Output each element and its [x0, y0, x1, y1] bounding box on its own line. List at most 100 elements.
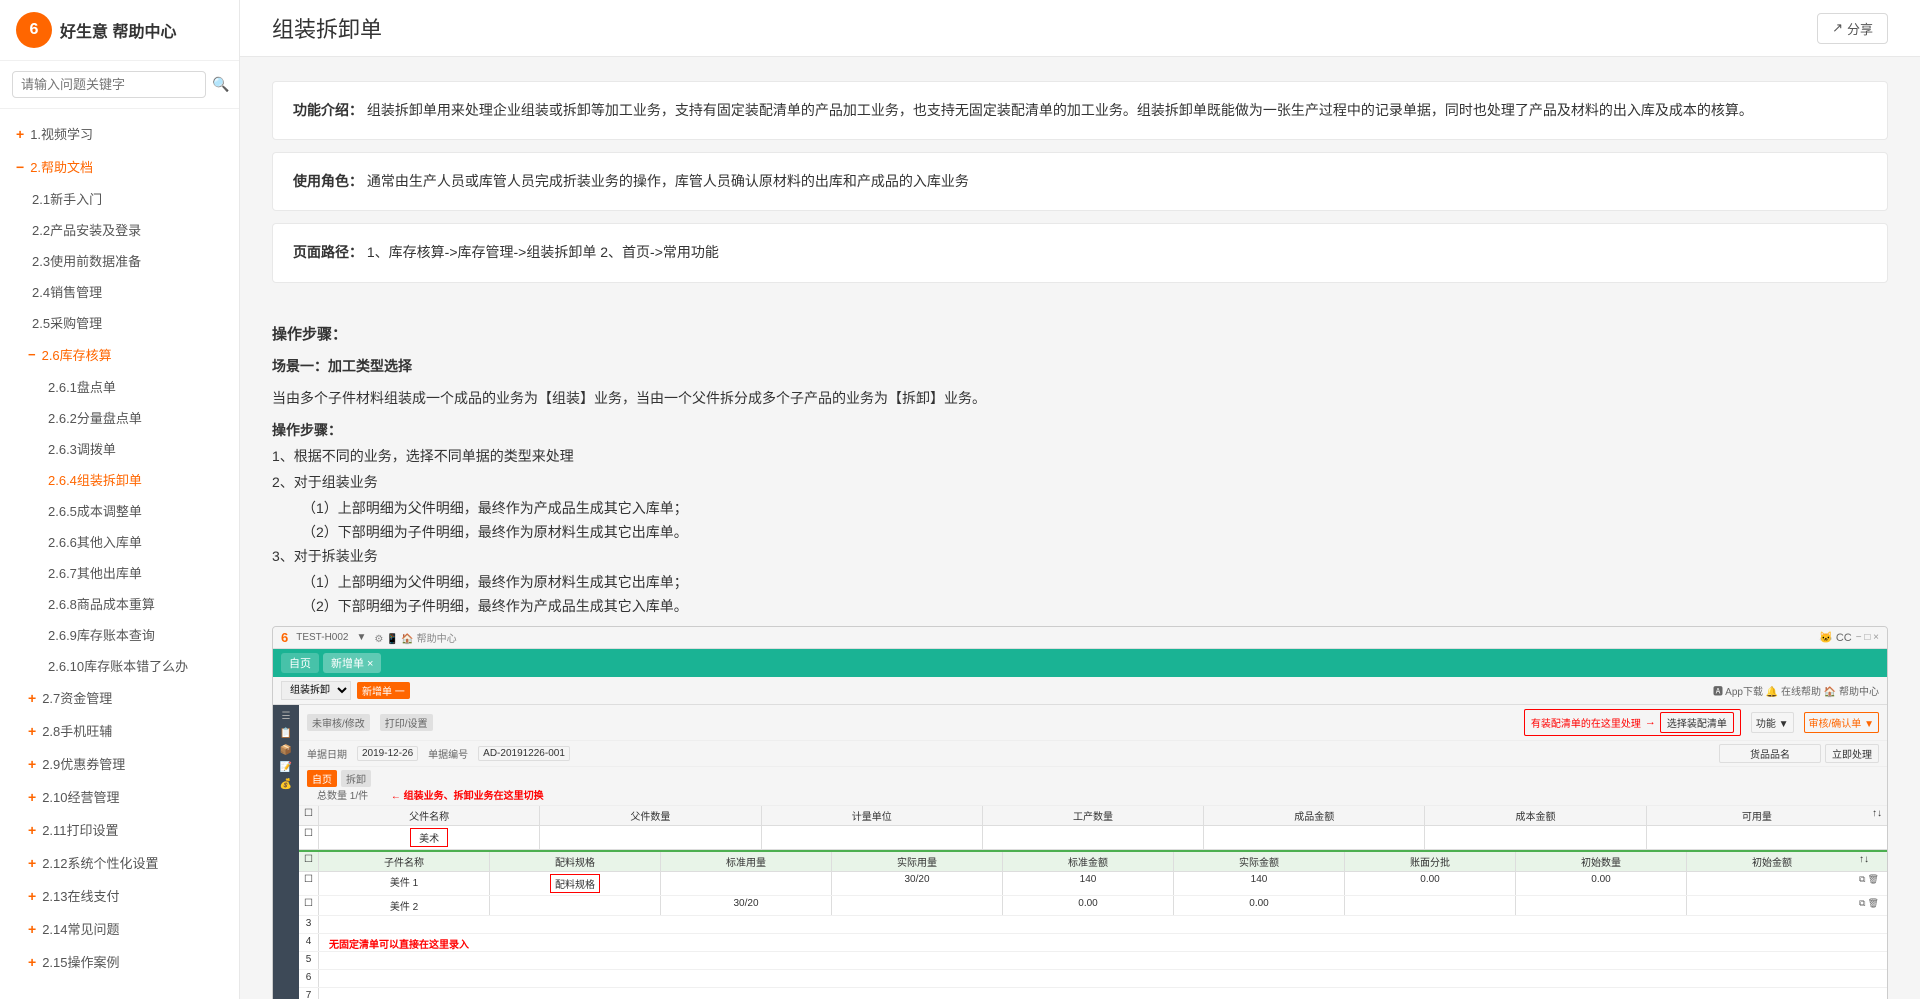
sidebar-item-label: 2.9优惠券管理 — [42, 754, 125, 773]
minus-icon: − — [28, 347, 36, 362]
mock-sub-row-5: 5 — [299, 952, 1887, 970]
mock-spec-input: 配料规格 — [550, 874, 600, 893]
step2-2: （2）下部明细为子件明细，最终作为原材料生成其它出库单。 — [302, 522, 1888, 542]
sidebar-item-other-out[interactable]: 2.6.7其他出库单 — [0, 557, 239, 588]
sidebar-item-assembly[interactable]: 2.6.4组装拆卸单 — [0, 464, 239, 495]
sidebar-item-install[interactable]: 2.2产品安装及登录 — [0, 214, 239, 245]
sidebar-item-label: 1.视频学习 — [30, 124, 93, 143]
mock-sub-th-std: 标准用量 — [661, 852, 832, 871]
ops-section: 操作步骤： 场景一：加工类型选择 当由多个子件材料组装成一个成品的业务为【组装】… — [272, 295, 1888, 999]
mock-sub-th-batch: 账面分批 — [1345, 852, 1516, 871]
sidebar-header: 6 好生意 帮助中心 — [0, 0, 239, 61]
intro-text: 组装拆卸单用来处理企业组装或拆卸等加工业务，支持有固定装配清单的产品加工业务，也… — [367, 102, 1753, 118]
mock-sub-th-init-qty: 初始数量 — [1516, 852, 1687, 871]
mock-type-toggle: 自页 拆卸 — [307, 770, 1879, 787]
arrow-right-icon: → — [1645, 716, 1656, 728]
sidebar-item-cases[interactable]: + 2.15操作案例 — [0, 945, 239, 978]
mock-sub-th-std-amt: 标准金额 — [1003, 852, 1174, 871]
mock-sub-row-1: ☐ 美件 1 配料规格 30/20 140 140 0.00 0.00 — [299, 872, 1887, 896]
sidebar-item-online-pay[interactable]: + 2.13在线支付 — [0, 879, 239, 912]
sidebar-item-mobile[interactable]: + 2.8手机旺辅 — [0, 714, 239, 747]
mock-user: 🐱 CC — [1819, 631, 1852, 644]
mock-type-select[interactable]: 组装拆卸 — [281, 681, 351, 700]
sidebar-item-cost-calc[interactable]: 2.6.8商品成本重算 — [0, 588, 239, 619]
sidebar-item-adjust[interactable]: 2.6.3调拨单 — [0, 433, 239, 464]
sidebar-item-newbie[interactable]: 2.1新手入门 — [0, 183, 239, 214]
sidebar-item-split-stock[interactable]: 2.6.2分量盘点单 — [0, 402, 239, 433]
sidebar-item-label: 2.7资金管理 — [42, 688, 112, 707]
mock-sub-row-2: ☐ 美件 2 30/20 0.00 0.00 — [299, 896, 1887, 916]
mock-sub-th-check: ☐ — [299, 852, 319, 871]
plus-icon: + — [16, 126, 24, 142]
mock-sub-td-name1: 美件 1 — [319, 872, 490, 895]
sidebar-item-faq[interactable]: + 2.14常见问题 — [0, 912, 239, 945]
path-card: 页面路径： 1、库存核算->库存管理->组装拆卸单 2、首页->常用功能 — [272, 223, 1888, 282]
role-text: 通常由生产人员或库管人员完成折装业务的操作，库管人员确认原材料的出库和产成品的入… — [367, 173, 969, 189]
mock-td-prod-amt — [1204, 826, 1425, 849]
plus-icon: + — [28, 756, 36, 772]
sidebar-item-coupon[interactable]: + 2.9优惠券管理 — [0, 747, 239, 780]
sidebar-item-docs[interactable]: − 2.帮助文档 — [0, 150, 239, 183]
sidebar-item-print[interactable]: + 2.11打印设置 — [0, 813, 239, 846]
mock-status-chip: 未审核/修改 — [307, 714, 370, 731]
mock-sub-row3-content — [319, 916, 1887, 933]
minus-icon: − — [16, 159, 24, 175]
mock-sub-td-check2: ☐ — [299, 896, 319, 915]
role-card: 使用角色： 通常由生产人员或库管人员完成折装业务的操作，库管人员确认原材料的出库… — [272, 152, 1888, 211]
mock-sub-td-act-amt2: 0.00 — [1174, 896, 1345, 915]
sidebar-item-sales[interactable]: 2.4销售管理 — [0, 276, 239, 307]
sidebar-item-account-err[interactable]: 2.6.10库存账本错了么办 — [0, 650, 239, 681]
sidebar-item-ops[interactable]: + 2.10经营管理 — [0, 780, 239, 813]
mock-sub-th-actual: 实际用量 — [832, 852, 1003, 871]
plus-icon: + — [28, 822, 36, 838]
mock-copy-icon2: ⧉ — [1859, 898, 1865, 913]
mock-apps-label: 🅰 App下载 🔔 在线帮助 🏠 帮助中心 — [1713, 683, 1879, 698]
mock-icons: ⚙ 📱 🏠 帮助中心 — [374, 630, 456, 645]
mock-sub-td-spec1: 配料规格 — [490, 872, 661, 895]
sidebar-item-label: 2.14常见问题 — [42, 919, 119, 938]
mock-td-check: ☐ — [299, 826, 319, 849]
sidebar-item-stock-query[interactable]: 2.6.9库存账本查询 — [0, 619, 239, 650]
intro-card: 功能介绍： 组装拆卸单用来处理企业组装或拆卸等加工业务，支持有固定装配清单的产品… — [272, 81, 1888, 140]
search-icon[interactable]: 🔍 — [212, 76, 229, 93]
step2: 2、对于组装业务 — [272, 472, 1888, 492]
mock-toolbar: 组装拆卸 新增单 一 🅰 App下载 🔔 在线帮助 🏠 帮助中心 — [273, 677, 1887, 705]
sidebar-item-label: 2.12系统个性化设置 — [42, 853, 158, 872]
mock-bom-section: 有装配清单的在这里处理 → 选择装配清单 — [1524, 709, 1741, 736]
mock-th-avail: 可用量 — [1647, 806, 1867, 825]
logo-text: 好生意 帮助中心 — [60, 18, 176, 42]
mock-td-parent-name: 美术 — [319, 826, 540, 849]
step3: 3、对于拆装业务 — [272, 546, 1888, 566]
sidebar-item-system[interactable]: + 2.12系统个性化设置 — [0, 846, 239, 879]
sidebar-item-inventory[interactable]: − 2.6库存核算 — [0, 338, 239, 371]
mock-sub-td-ops1: ⧉ 🗑 — [1857, 872, 1887, 895]
mock-sub-row7-content — [319, 988, 1887, 999]
share-button[interactable]: ↗ 分享 — [1817, 13, 1888, 44]
sidebar-item-other-in[interactable]: 2.6.6其他入库单 — [0, 526, 239, 557]
sidebar-item-video[interactable]: + 1.视频学习 — [0, 117, 239, 150]
mock-td-action — [1867, 826, 1887, 849]
mock-sub-row-4: 4 无固定清单可以直接在这里录入 — [299, 934, 1887, 952]
mock-nav-icon5: 💰 — [280, 779, 292, 790]
mock-sub-th-init-amt: 初始金额 — [1687, 852, 1857, 871]
search-input[interactable] — [12, 71, 206, 98]
sidebar-item-cost-adjust[interactable]: 2.6.5成本调整单 — [0, 495, 239, 526]
scene1-desc: 当由多个子件材料组装成一个成品的业务为【组装】业务，当由一个父件拆分成多个子产品… — [272, 384, 1888, 412]
mock-sub-td-init-amt1 — [1687, 872, 1857, 895]
sidebar-item-purchase[interactable]: 2.5采购管理 — [0, 307, 239, 338]
sidebar-item-finance[interactable]: + 2.7资金管理 — [0, 681, 239, 714]
mock-sub-td-batch1: 0.00 — [1345, 872, 1516, 895]
screenshot-wrapper: 6 TEST-H002 ▼ ⚙ 📱 🏠 帮助中心 🐱 CC − □ × 自页 — [272, 626, 1888, 999]
mock-sub-td-name2: 美件 2 — [319, 896, 490, 915]
mock-sub-row3-num: 3 — [299, 916, 319, 933]
nav-tree: + 1.视频学习 − 2.帮助文档 2.1新手入门 2.2产品安装及登录 2.3… — [0, 109, 239, 999]
mock-count-label: 总数量 1/件 — [317, 791, 368, 802]
mock-close-icon: − □ × — [1856, 632, 1879, 643]
step2-1: （1）上部明细为父件明细，最终作为产成品生成其它入库单； — [302, 498, 1888, 518]
sidebar-item-data-prep[interactable]: 2.3使用前数据准备 — [0, 245, 239, 276]
sidebar-item-stock-take[interactable]: 2.6.1盘点单 — [0, 371, 239, 402]
mock-th-unit: 计量单位 — [762, 806, 983, 825]
mock-dropdown-icon: ▼ — [356, 632, 366, 643]
mock-upper-row: ☐ 美术 — [299, 826, 1887, 850]
plus-icon: + — [28, 690, 36, 706]
